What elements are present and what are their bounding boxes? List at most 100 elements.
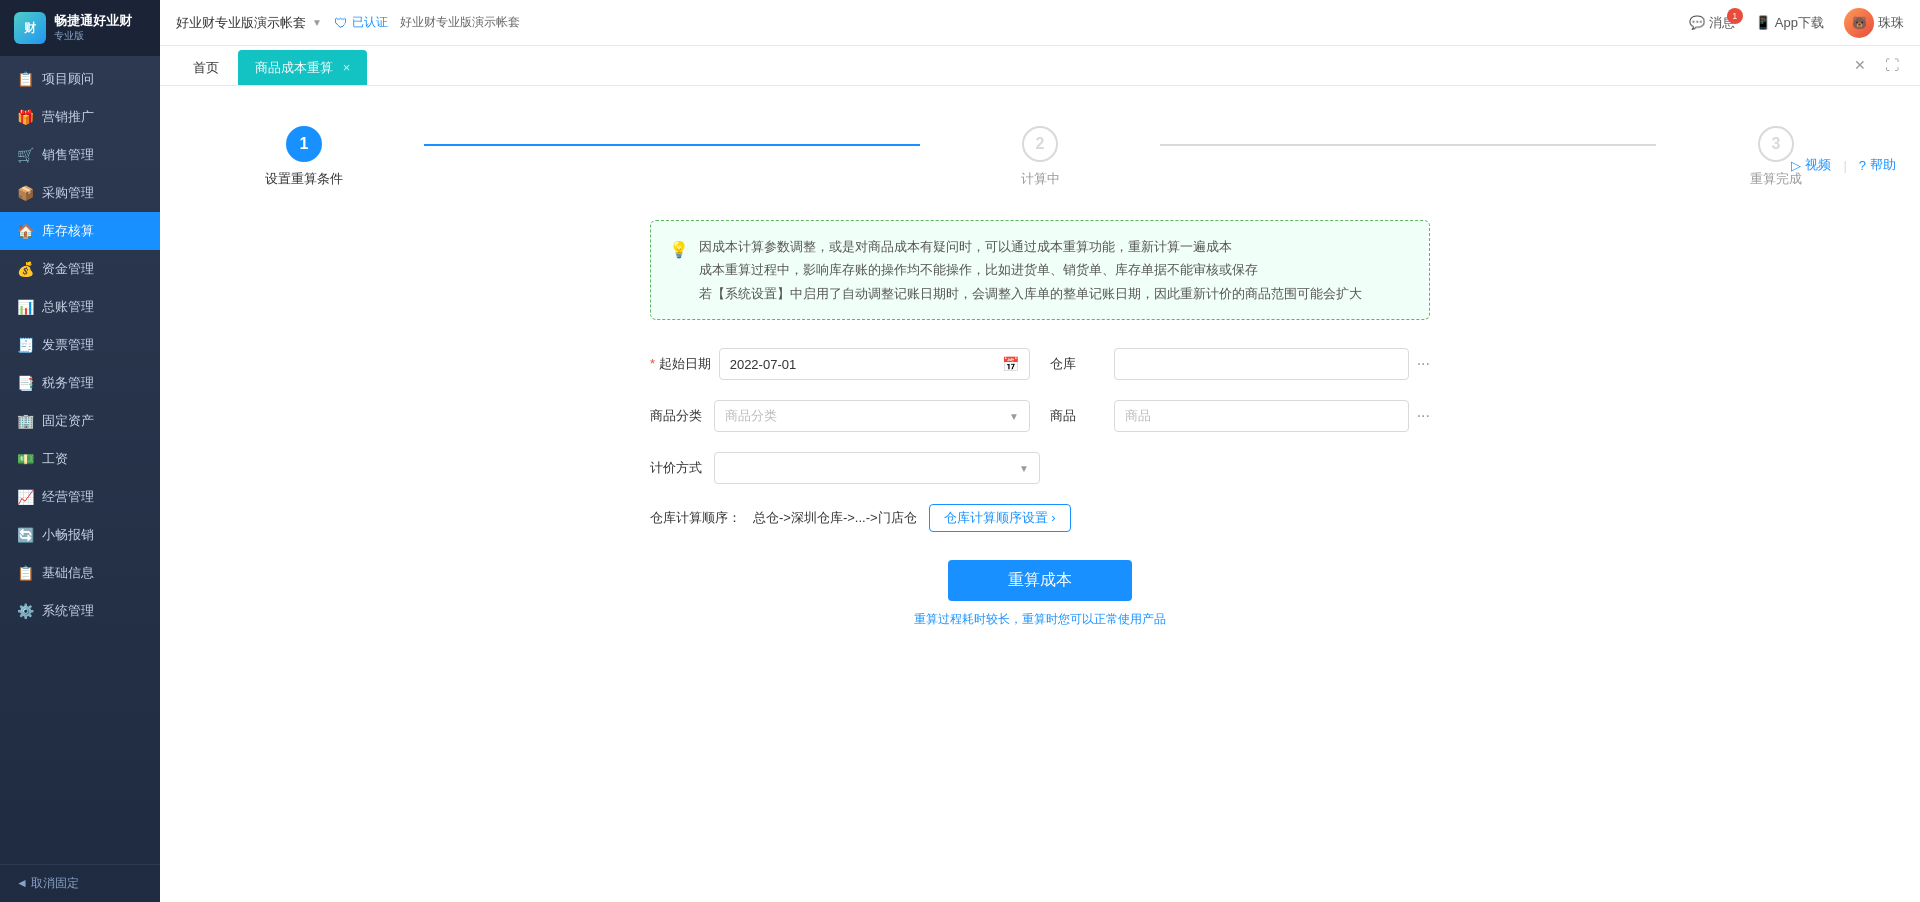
tab-close-icon[interactable]: × (343, 60, 351, 75)
sidebar-item-invoice[interactable]: 🧾 发票管理 (0, 326, 160, 364)
app-download-button[interactable]: 📱 App下载 (1755, 14, 1824, 32)
sidebar-item-operations[interactable]: 📈 经营管理 (0, 478, 160, 516)
app-download-label: App下载 (1775, 14, 1824, 32)
expand-panel-button[interactable]: ⛶ (1880, 53, 1904, 77)
info-content: 因成本计算参数调整，或是对商品成本有疑问时，可以通过成本重算功能，重新计算一遍成… (699, 235, 1362, 305)
sidebar-item-label: 固定资产 (42, 412, 94, 430)
avatar: 🐻 (1844, 8, 1874, 38)
product-placeholder: 商品 (1125, 407, 1151, 425)
product-label: 商品 (1050, 407, 1106, 425)
sidebar-unpin[interactable]: ◄ 取消固定 (0, 864, 160, 902)
video-help-link[interactable]: ▷ 视频 (1791, 156, 1831, 174)
tax-icon: 📑 (16, 375, 34, 391)
info-line-1: 因成本计算参数调整，或是对商品成本有疑问时，可以通过成本重算功能，重新计算一遍成… (699, 235, 1362, 258)
user-name: 珠珠 (1878, 14, 1904, 32)
step-2: 2 计算中 (920, 126, 1160, 188)
help-link[interactable]: ? 帮助 (1859, 156, 1896, 174)
product-input[interactable]: 商品 (1114, 400, 1409, 432)
sidebar-logo: 财 畅捷通好业财 专业版 (0, 0, 160, 56)
start-date-input[interactable]: 2022-07-01 📅 (719, 348, 1030, 380)
recalculate-button[interactable]: 重算成本 (948, 560, 1132, 601)
sidebar-item-salary[interactable]: 💵 工资 (0, 440, 160, 478)
sidebar-item-purchase[interactable]: 📦 采购管理 (0, 174, 160, 212)
step-1-circle: 1 (286, 126, 322, 162)
project-icon: 📋 (16, 71, 34, 87)
sidebar-item-sales[interactable]: 🛒 销售管理 (0, 136, 160, 174)
step-3-circle: 3 (1758, 126, 1794, 162)
unpin-label: ◄ 取消固定 (16, 875, 79, 892)
sidebar-item-finance[interactable]: 💰 资金管理 (0, 250, 160, 288)
pricing-label: 计价方式 (650, 459, 706, 477)
sidebar-item-assets[interactable]: 🏢 固定资产 (0, 402, 160, 440)
expense-icon: 🔄 (16, 527, 34, 543)
account-selector[interactable]: 好业财专业版演示帐套 ▼ (176, 14, 322, 32)
product-more-icon[interactable]: ··· (1417, 407, 1430, 425)
sidebar-item-tax[interactable]: 📑 税务管理 (0, 364, 160, 402)
sidebar-item-basic[interactable]: 📋 基础信息 (0, 554, 160, 592)
step-2-circle: 2 (1022, 126, 1058, 162)
warehouse-more-icon[interactable]: ··· (1417, 355, 1430, 373)
sidebar-item-system[interactable]: ⚙️ 系统管理 (0, 592, 160, 630)
warehouse-label: 仓库 (1050, 355, 1106, 373)
play-icon: ▷ (1791, 158, 1801, 173)
sidebar: 财 畅捷通好业财 专业版 📋 项目顾问 🎁 营销推广 🛒 销售管理 📦 采购管理… (0, 0, 160, 902)
sidebar-item-marketing[interactable]: 🎁 营销推广 (0, 98, 160, 136)
tabs-right-controls: ✕ ⛶ (1848, 53, 1904, 85)
form-row-2: 商品分类 商品分类 ▼ 商品 商品 ··· (650, 400, 1430, 432)
warehouse-order-text: 总仓->深圳仓库->...->门店仓 (753, 509, 917, 527)
sidebar-item-label: 税务管理 (42, 374, 94, 392)
warehouse-order-settings-button[interactable]: 仓库计算顺序设置 › (929, 504, 1071, 532)
sidebar-item-inventory[interactable]: 🏠 库存核算 (0, 212, 160, 250)
warehouse-input[interactable] (1114, 348, 1409, 380)
system-icon: ⚙️ (16, 603, 34, 619)
finance-icon: 💰 (16, 261, 34, 277)
pricing-select[interactable]: ▼ (714, 452, 1040, 484)
purchase-icon: 📦 (16, 185, 34, 201)
start-date-group: 起始日期 2022-07-01 📅 (650, 348, 1030, 380)
start-date-value: 2022-07-01 (730, 357, 1002, 372)
sidebar-item-label: 基础信息 (42, 564, 94, 582)
tab-home[interactable]: 首页 (176, 50, 236, 85)
message-button[interactable]: 💬 消息 1 (1689, 14, 1735, 32)
sidebar-item-label: 小畅报销 (42, 526, 94, 544)
verified-text: 已认证 (352, 14, 388, 31)
sidebar-item-label: 发票管理 (42, 336, 94, 354)
product-category-label: 商品分类 (650, 407, 706, 425)
calendar-icon[interactable]: 📅 (1002, 356, 1019, 372)
sidebar-item-project[interactable]: 📋 项目顾问 (0, 60, 160, 98)
recalc-section: 重算成本 重算过程耗时较长，重算时您可以正常使用产品 (650, 560, 1430, 628)
user-avatar[interactable]: 🐻 珠珠 (1844, 8, 1904, 38)
notification-badge: 1 (1727, 8, 1743, 24)
close-panel-button[interactable]: ✕ (1848, 53, 1872, 77)
pricing-group: 计价方式 ▼ (650, 452, 1040, 484)
form-row-3: 计价方式 ▼ (650, 452, 1430, 484)
operations-icon: 📈 (16, 489, 34, 505)
salary-icon: 💵 (16, 451, 34, 467)
step-1-label: 设置重算条件 (265, 170, 343, 188)
accounting-icon: 📊 (16, 299, 34, 315)
step-1: 1 设置重算条件 (184, 126, 424, 188)
step-line-2 (1160, 144, 1656, 146)
basic-icon: 📋 (16, 565, 34, 581)
step-2-label: 计算中 (1021, 170, 1060, 188)
warehouse-order-label: 仓库计算顺序： (650, 509, 741, 527)
recalc-hint: 重算过程耗时较长，重算时您可以正常使用产品 (914, 611, 1166, 628)
sidebar-item-expense[interactable]: 🔄 小畅报销 (0, 516, 160, 554)
inventory-icon: 🏠 (16, 223, 34, 239)
product-category-placeholder: 商品分类 (725, 407, 777, 425)
product-category-select[interactable]: 商品分类 ▼ (714, 400, 1030, 432)
message-icon: 💬 (1689, 15, 1705, 30)
sidebar-nav: 📋 项目顾问 🎁 营销推广 🛒 销售管理 📦 采购管理 🏠 库存核算 💰 资金管… (0, 56, 160, 864)
shield-icon: 🛡 (334, 15, 348, 31)
video-label: 视频 (1805, 156, 1831, 174)
sidebar-item-label: 系统管理 (42, 602, 94, 620)
logo-sub: 专业版 (54, 29, 132, 43)
sidebar-item-accounting[interactable]: 📊 总账管理 (0, 288, 160, 326)
sidebar-item-label: 总账管理 (42, 298, 94, 316)
tab-product-recalc[interactable]: 商品成本重算 × (238, 50, 367, 85)
sidebar-item-label: 项目顾问 (42, 70, 94, 88)
tab-product-recalc-label: 商品成本重算 (255, 60, 333, 75)
main-area: 好业财专业版演示帐套 ▼ 🛡 已认证 好业财专业版演示帐套 💬 消息 1 📱 A… (160, 0, 1920, 902)
topbar-actions: 💬 消息 1 📱 App下载 🐻 珠珠 (1689, 8, 1904, 38)
steps-container: 1 设置重算条件 2 计算中 3 重算完成 ▷ 视频 | ? (184, 110, 1896, 220)
